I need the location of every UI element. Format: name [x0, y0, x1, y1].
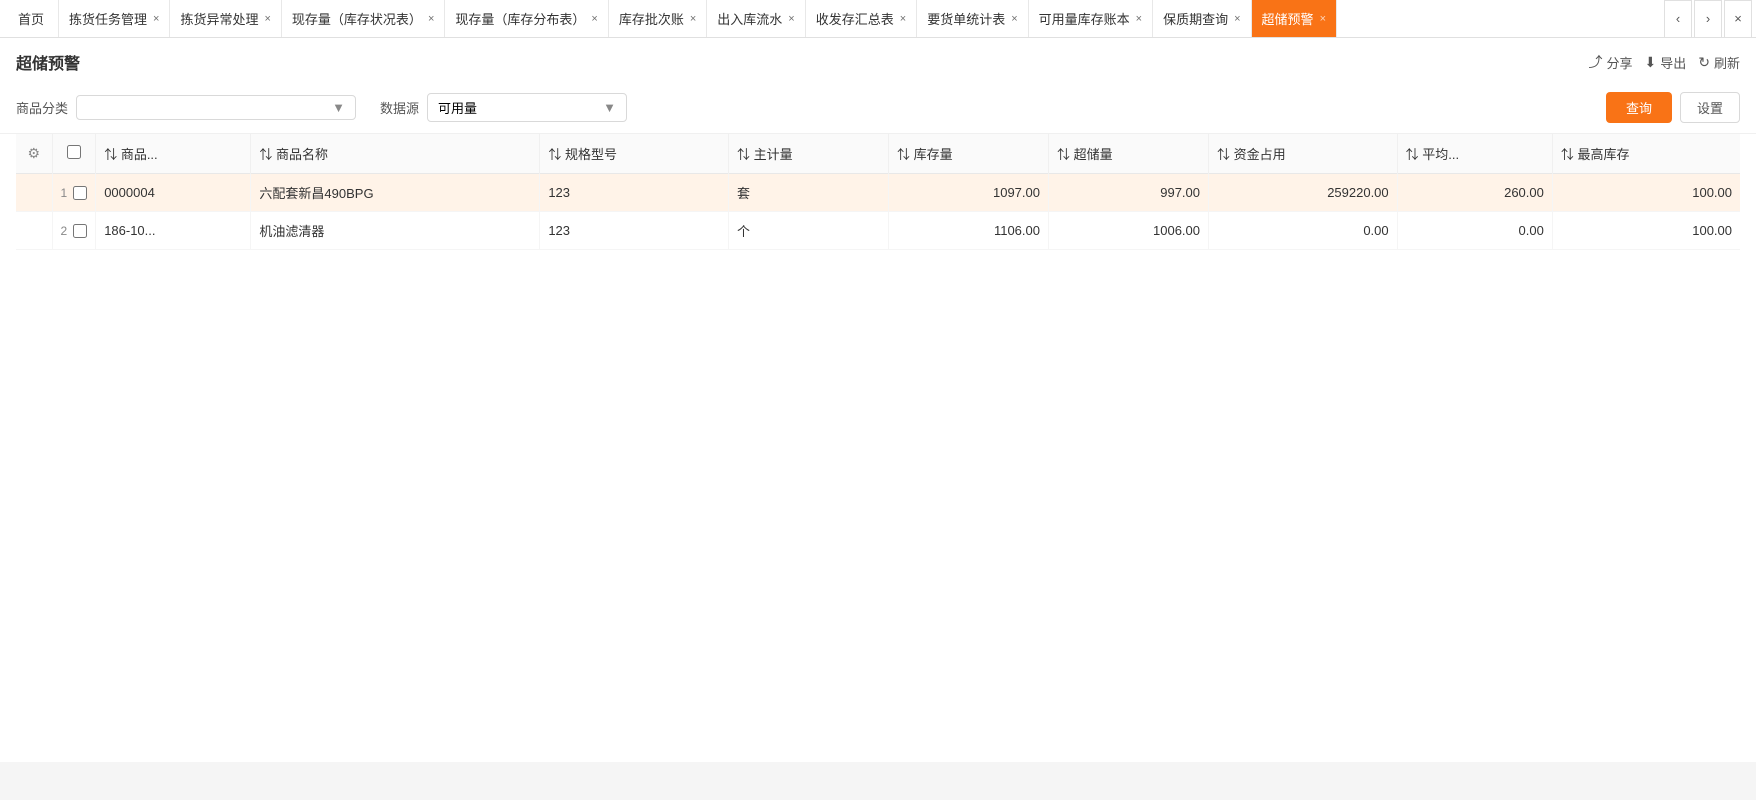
col-capital-header[interactable]: ⇅ 资金占用: [1209, 134, 1398, 174]
col-checkbox-header: [52, 134, 96, 174]
export-button[interactable]: ⬇ 导出: [1645, 53, 1687, 72]
data-table-container: ⚙ ⇅ 商品... ⇅ 商品名称 ⇅ 规格型号 ⇅ 主计量: [0, 134, 1756, 250]
row-name: 机油滤清器: [251, 212, 540, 250]
tab-close-icon[interactable]: ×: [900, 13, 906, 25]
category-dropdown-icon: ▼: [332, 100, 345, 115]
row-capital: 0.00: [1209, 212, 1398, 250]
tab-close-icon[interactable]: ×: [690, 13, 696, 25]
col-unit-header[interactable]: ⇅ 主计量: [728, 134, 888, 174]
tab-demand-stats[interactable]: 要货单统计表 ×: [917, 0, 1028, 38]
refresh-icon: ↻: [1698, 54, 1710, 71]
tab-close-icon[interactable]: ×: [1011, 13, 1017, 25]
datasource-label: 数据源: [380, 98, 419, 117]
filter-actions: 查询 设置: [1606, 92, 1740, 123]
col-maxstock-header[interactable]: ⇅ 最高库存: [1552, 134, 1740, 174]
row-spec: 123: [540, 212, 729, 250]
page-header: 超储预警 ⤴ 分享 ⬇ 导出 ↻ 刷新: [0, 38, 1756, 82]
col-spec-header[interactable]: ⇅ 规格型号: [540, 134, 729, 174]
col-name-header[interactable]: ⇅ 商品名称: [251, 134, 540, 174]
nav-next-button[interactable]: ›: [1694, 0, 1722, 38]
row-name: 六配套新昌490BPG: [251, 174, 540, 212]
tab-summary[interactable]: 收发存汇总表 ×: [806, 0, 917, 38]
table-row: 2 186-10... 机油滤清器 123 个 1106.00 1006.00 …: [16, 212, 1740, 250]
row-settings-cell: [16, 212, 52, 250]
filter-bar: 商品分类 ▼ 数据源 可用量 ▼ 查询 设置: [0, 82, 1756, 134]
home-tab[interactable]: 首页: [4, 0, 59, 38]
row-avg: 0.00: [1397, 212, 1552, 250]
tab-available-ledger[interactable]: 可用量库存账本 ×: [1029, 0, 1153, 38]
datasource-filter: 数据源 可用量 ▼: [380, 93, 627, 122]
nav-close-button[interactable]: ×: [1724, 0, 1752, 38]
row-excess: 997.00: [1048, 174, 1208, 212]
tab-stock-status[interactable]: 现存量（库存状况表） ×: [282, 0, 445, 38]
table-header-row: ⚙ ⇅ 商品... ⇅ 商品名称 ⇅ 规格型号 ⇅ 主计量: [16, 134, 1740, 174]
nav-prev-button[interactable]: ‹: [1664, 0, 1692, 38]
tab-stock-dist[interactable]: 现存量（库存分布表） ×: [445, 0, 608, 38]
select-all-checkbox[interactable]: [67, 145, 81, 159]
row-stock: 1106.00: [888, 212, 1048, 250]
settings-button[interactable]: 设置: [1680, 92, 1740, 123]
datasource-value: 可用量: [438, 98, 477, 117]
category-filter: 商品分类 ▼: [16, 95, 356, 120]
row-checkbox-cell: 1: [52, 174, 96, 212]
table-row: 1 0000004 六配套新昌490BPG 123 套 1097.00 997.…: [16, 174, 1740, 212]
row-code: 186-10...: [96, 212, 251, 250]
row-checkbox[interactable]: [73, 186, 87, 200]
row-unit: 套: [728, 174, 888, 212]
tab-shelf-life[interactable]: 保质期查询 ×: [1153, 0, 1251, 38]
row-capital: 259220.00: [1209, 174, 1398, 212]
tab-pick-task[interactable]: 拣货任务管理 ×: [59, 0, 170, 38]
export-icon: ⬇: [1645, 54, 1657, 71]
tab-pick-abnormal[interactable]: 拣货异常处理 ×: [170, 0, 281, 38]
share-icon: ⤴: [1588, 52, 1602, 72]
refresh-button[interactable]: ↻ 刷新: [1698, 53, 1740, 72]
tab-inout-flow[interactable]: 出入库流水 ×: [707, 0, 805, 38]
row-excess: 1006.00: [1048, 212, 1208, 250]
tab-close-icon[interactable]: ×: [264, 13, 270, 25]
row-max-stock: 100.00: [1552, 174, 1740, 212]
row-spec: 123: [540, 174, 729, 212]
tab-close-icon[interactable]: ×: [1234, 13, 1240, 25]
col-stock-header[interactable]: ⇅ 库存量: [888, 134, 1048, 174]
row-code: 0000004: [96, 174, 251, 212]
row-checkbox[interactable]: [73, 224, 87, 238]
tab-overstock-warning[interactable]: 超储预警 ×: [1252, 0, 1337, 38]
settings-gear-icon[interactable]: ⚙: [27, 145, 40, 161]
tab-close-icon[interactable]: ×: [1320, 13, 1326, 25]
tab-close-icon[interactable]: ×: [591, 13, 597, 25]
col-avg-header[interactable]: ⇅ 平均...: [1397, 134, 1552, 174]
query-button[interactable]: 查询: [1606, 92, 1672, 123]
category-select[interactable]: ▼: [76, 95, 356, 120]
tab-close-icon[interactable]: ×: [153, 13, 159, 25]
page-title: 超储预警: [16, 50, 80, 74]
datasource-select[interactable]: 可用量 ▼: [427, 93, 627, 122]
col-code-header[interactable]: ⇅ 商品...: [96, 134, 251, 174]
tab-close-icon[interactable]: ×: [1136, 13, 1142, 25]
row-unit: 个: [728, 212, 888, 250]
category-label: 商品分类: [16, 98, 68, 117]
col-excess-header[interactable]: ⇅ 超储量: [1048, 134, 1208, 174]
tab-batch-ledger[interactable]: 库存批次账 ×: [609, 0, 707, 38]
header-actions: ⤴ 分享 ⬇ 导出 ↻ 刷新: [1588, 52, 1740, 72]
row-stock: 1097.00: [888, 174, 1048, 212]
row-max-stock: 100.00: [1552, 212, 1740, 250]
tab-close-icon[interactable]: ×: [788, 13, 794, 25]
row-avg: 260.00: [1397, 174, 1552, 212]
col-settings-header: ⚙: [16, 134, 52, 174]
data-table: ⚙ ⇅ 商品... ⇅ 商品名称 ⇅ 规格型号 ⇅ 主计量: [16, 134, 1740, 250]
row-checkbox-cell: 2: [52, 212, 96, 250]
tab-close-icon[interactable]: ×: [428, 13, 434, 25]
datasource-dropdown-icon: ▼: [603, 100, 616, 115]
share-button[interactable]: ⤴ 分享: [1588, 52, 1632, 72]
row-settings-cell: [16, 174, 52, 212]
